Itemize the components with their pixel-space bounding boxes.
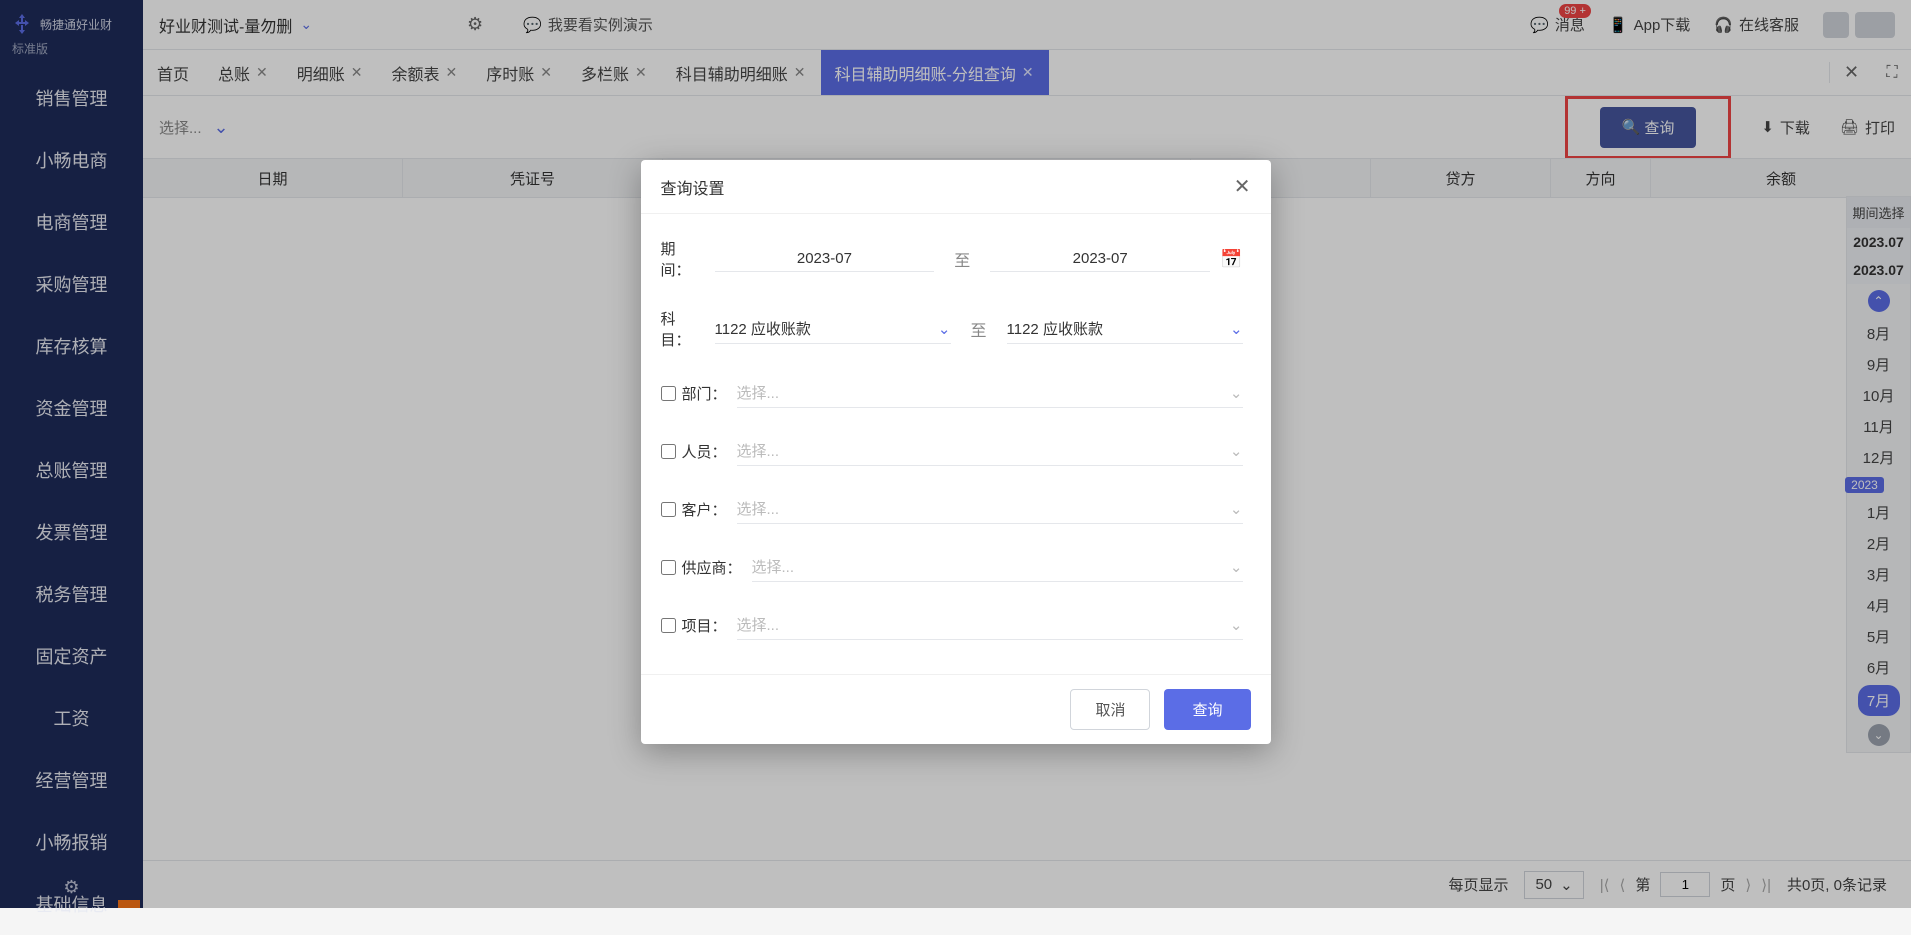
aux-select[interactable]: 选择... ⌄ <box>737 436 1243 466</box>
modal-title: 查询设置 <box>661 175 725 199</box>
aux-checkbox[interactable] <box>661 502 676 517</box>
period-label: 期间： <box>661 238 705 280</box>
aux-placeholder: 选择... <box>737 614 780 635</box>
aux-label: 项目： <box>682 615 727 636</box>
aux-placeholder: 选择... <box>737 440 780 461</box>
form-row-aux: 供应商： 选择... ⌄ <box>661 538 1243 596</box>
chevron-down-icon: ⌄ <box>1230 442 1243 460</box>
form-row-aux: 人员： 选择... ⌄ <box>661 422 1243 480</box>
modal-header: 查询设置 ✕ <box>641 160 1271 214</box>
aux-checkbox[interactable] <box>661 560 676 575</box>
close-icon[interactable]: ✕ <box>1234 174 1251 199</box>
aux-select[interactable]: 选择... ⌄ <box>737 378 1243 408</box>
modal-body: 期间： 2023-07 至 2023-07 📅 科目： 1122 应收账款 ⌄ … <box>641 214 1271 674</box>
date-from-input[interactable]: 2023-07 <box>715 246 935 272</box>
aux-checkbox-label[interactable]: 人员： <box>661 441 727 462</box>
aux-label: 人员： <box>682 441 727 462</box>
chevron-down-icon: ⌄ <box>1230 558 1243 576</box>
aux-checkbox-label[interactable]: 部门： <box>661 383 727 404</box>
form-row-aux: 客户： 选择... ⌄ <box>661 480 1243 538</box>
query-settings-modal: 查询设置 ✕ 期间： 2023-07 至 2023-07 📅 科目： 1122 … <box>641 160 1271 744</box>
aux-placeholder: 选择... <box>752 556 795 577</box>
subject-to-select[interactable]: 1122 应收账款 ⌄ <box>1007 314 1243 344</box>
aux-placeholder: 选择... <box>737 382 780 403</box>
modal-footer: 取消 查询 <box>641 674 1271 744</box>
aux-placeholder: 选择... <box>737 498 780 519</box>
modal-overlay: 查询设置 ✕ 期间： 2023-07 至 2023-07 📅 科目： 1122 … <box>0 0 1911 908</box>
aux-label: 部门： <box>682 383 727 404</box>
calendar-icon[interactable]: 📅 <box>1220 249 1242 270</box>
aux-select[interactable]: 选择... ⌄ <box>752 552 1243 582</box>
aux-label: 客户： <box>682 499 727 520</box>
aux-checkbox-label[interactable]: 供应商： <box>661 557 742 578</box>
form-row-period: 期间： 2023-07 至 2023-07 📅 <box>661 224 1243 294</box>
aux-select[interactable]: 选择... ⌄ <box>737 610 1243 640</box>
aux-checkbox-label[interactable]: 项目： <box>661 615 727 636</box>
chevron-down-icon: ⌄ <box>1230 616 1243 634</box>
aux-checkbox[interactable] <box>661 618 676 633</box>
form-row-aux: 存货：选择...⌄ <box>661 654 1243 674</box>
date-sep: 至 <box>944 247 980 271</box>
chevron-down-icon: ⌄ <box>938 320 951 338</box>
cancel-button[interactable]: 取消 <box>1070 689 1150 730</box>
subject-from-select[interactable]: 1122 应收账款 ⌄ <box>715 314 951 344</box>
form-row-aux: 部门： 选择... ⌄ <box>661 364 1243 422</box>
form-row-aux: 项目： 选择... ⌄ <box>661 596 1243 654</box>
subject-sep: 至 <box>961 317 997 341</box>
aux-checkbox[interactable] <box>661 444 676 459</box>
aux-select[interactable]: 选择... ⌄ <box>737 494 1243 524</box>
chevron-down-icon: ⌄ <box>1230 320 1243 338</box>
chevron-down-icon: ⌄ <box>1230 500 1243 518</box>
date-to-input[interactable]: 2023-07 <box>990 246 1210 272</box>
aux-label: 供应商： <box>682 557 742 578</box>
confirm-query-button[interactable]: 查询 <box>1164 689 1250 730</box>
form-row-subject: 科目： 1122 应收账款 ⌄ 至 1122 应收账款 ⌄ <box>661 294 1243 364</box>
aux-checkbox-label[interactable]: 客户： <box>661 499 727 520</box>
chevron-down-icon: ⌄ <box>1230 384 1243 402</box>
subject-label: 科目： <box>661 308 705 350</box>
aux-checkbox[interactable] <box>661 386 676 401</box>
